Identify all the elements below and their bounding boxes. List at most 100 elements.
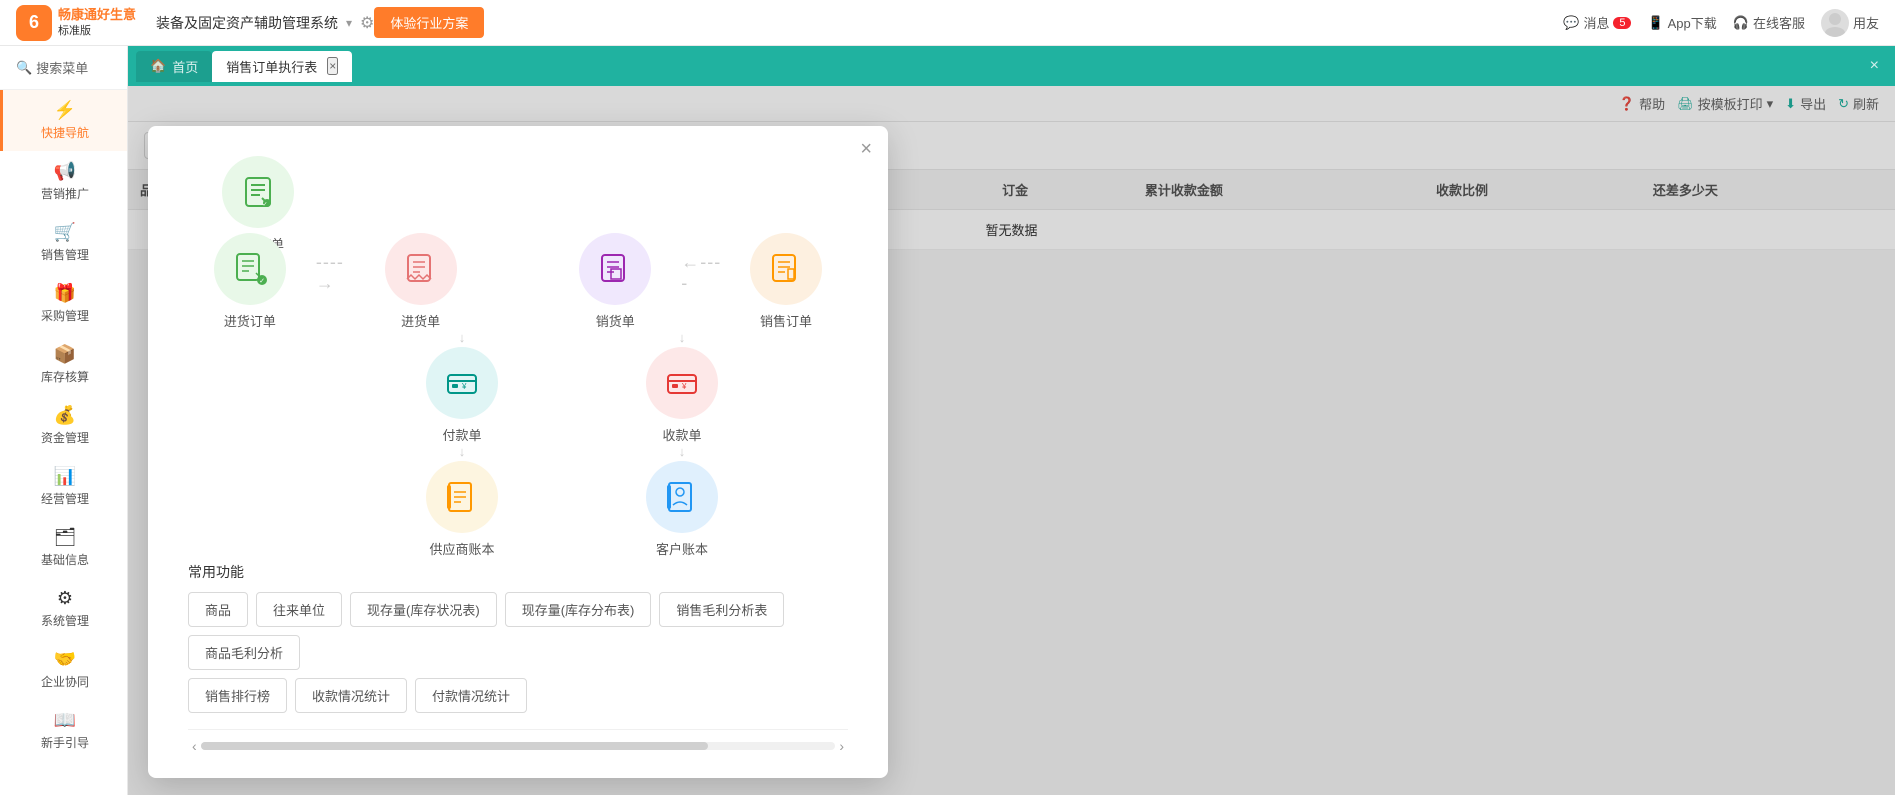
flow-node-sales-order: 销售订单 (724, 233, 848, 330)
func-btn-sales-rank[interactable]: 销售排行榜 (188, 678, 287, 713)
marketing-icon: 📢 (54, 161, 76, 182)
func-btn-payment-stats[interactable]: 付款情况统计 (415, 678, 527, 713)
sidebar-item-label: 新手引导 (41, 734, 89, 751)
sidebar: 🔍 搜索菜单 ⚡ 快捷导航 📢 营销推广 🛒 销售管理 🎁 采购管理 (0, 46, 128, 795)
func-btn-row1: 商品 往来单位 现存量(库存状况表) 现存量(库存分布表) 销售毛利分析表 商品… (188, 592, 848, 670)
sidebar-item-label: 采购管理 (41, 307, 89, 324)
sidebar-item-label: 快捷导航 (41, 124, 89, 141)
message-item[interactable]: 💬 消息 5 (1563, 13, 1631, 32)
sidebar-item-label: 销售管理 (41, 246, 89, 263)
svg-text:✓: ✓ (262, 202, 267, 208)
page-content: ❓ 帮助 🖨 按模板打印 ▾ ⬇ 导出 ↻ 刷新 (128, 86, 1895, 795)
flow-node-receipt-bill: ¥ 收款单 (612, 347, 752, 444)
content-area: 🏠 首页 销售订单执行表 × × ❓ 帮助 🖨 (128, 46, 1895, 795)
func-btn-stock-status[interactable]: 现存量(库存状况表) (350, 592, 497, 627)
func-btn-receipt-stats[interactable]: 收款情况统计 (295, 678, 407, 713)
sidebar-item-enterprise[interactable]: 🤝 企业协同 (0, 639, 127, 700)
flow-node-customer-ledger: 客户账本 (612, 461, 752, 558)
sidebar-item-label: 资金管理 (41, 429, 89, 446)
ops-icon: 📊 (54, 466, 76, 487)
message-icon: 💬 (1563, 15, 1579, 31)
sidebar-search: 🔍 搜索菜单 (0, 46, 127, 90)
logo-icon: 6 (16, 5, 52, 41)
window-close-btn[interactable]: × (1862, 57, 1887, 75)
svg-text:¥: ¥ (461, 382, 467, 391)
sidebar-item-inventory[interactable]: 📦 库存核算 (0, 334, 127, 395)
logo-text: 畅康通好生意 标准版 (58, 7, 136, 38)
flow-node-supplier-ledger: 供应商账本 (392, 461, 532, 558)
headset-icon: 🎧 (1733, 15, 1749, 31)
search-menu-btn[interactable]: 🔍 搜索菜单 (8, 54, 119, 81)
app-download-item[interactable]: 📱 App下载 (1647, 13, 1716, 32)
svg-text:✓: ✓ (259, 278, 265, 285)
phone-icon: 📱 (1647, 15, 1663, 31)
top-bar-middle: ▾ ⚙ (346, 13, 374, 33)
sidebar-item-sys[interactable]: ⚙ 系统管理 (0, 578, 127, 639)
func-btn-sales-profit[interactable]: 销售毛利分析表 (659, 592, 784, 627)
flow-node-sales-bill: 销货单 (553, 233, 677, 330)
modal-scroll-bar: ‹ › (188, 729, 848, 754)
sidebar-item-marketing[interactable]: 📢 营销推广 (0, 151, 127, 212)
sidebar-item-label: 营销推广 (41, 185, 89, 202)
message-badge: 5 (1613, 17, 1631, 29)
top-bar-right: 💬 消息 5 📱 App下载 🎧 在线客服 用友 (1563, 9, 1879, 37)
system-name: 装备及固定资产辅助管理系统 (156, 13, 338, 33)
funds-icon: 💰 (54, 405, 76, 426)
sidebar-item-label: 库存核算 (41, 368, 89, 385)
gear-icon[interactable]: ⚙ (360, 13, 374, 33)
flow-node-purchase-bill: 进货单 (359, 233, 483, 330)
sidebar-item-label: 经营管理 (41, 490, 89, 507)
scroll-right-btn[interactable]: › (835, 738, 848, 754)
enterprise-icon: 🤝 (54, 649, 76, 670)
tab-home[interactable]: 🏠 首页 (136, 51, 212, 82)
flow-node-purchase-order2: ✓ 进货订单 (188, 233, 312, 330)
app-container: 6 畅康通好生意 标准版 装备及固定资产辅助管理系统 ▾ ⚙ 体验行业方案 💬 … (0, 0, 1895, 795)
sidebar-item-purchase[interactable]: 🎁 采购管理 (0, 273, 127, 334)
logo-area: 6 畅康通好生意 标准版 (16, 5, 144, 41)
basic-icon: 🗂 (54, 527, 77, 548)
scroll-thumb[interactable] (201, 742, 709, 750)
sales-icon: 🛒 (54, 222, 76, 243)
sidebar-item-label: 系统管理 (41, 612, 89, 629)
trial-btn[interactable]: 体验行业方案 (374, 7, 484, 38)
top-bar: 6 畅康通好生意 标准版 装备及固定资产辅助管理系统 ▾ ⚙ 体验行业方案 💬 … (0, 0, 1895, 46)
avatar (1821, 9, 1849, 37)
purchase-order-circle: ✓ (222, 156, 294, 228)
sidebar-item-label: 基础信息 (41, 551, 89, 568)
flow-node-payment-bill: ¥ 付款单 (392, 347, 532, 444)
quick-nav-icon: ⚡ (54, 100, 76, 121)
online-service-item[interactable]: 🎧 在线客服 (1733, 13, 1805, 32)
home-icon: 🏠 (150, 58, 166, 74)
sidebar-item-beginner[interactable]: 📖 新手引导 (0, 700, 127, 761)
func-btn-product-profit[interactable]: 商品毛利分析 (188, 635, 300, 670)
scroll-track (201, 742, 836, 750)
modal-close-btn[interactable]: × (860, 138, 872, 161)
main-area: 🔍 搜索菜单 ⚡ 快捷导航 📢 营销推广 🛒 销售管理 🎁 采购管理 (0, 46, 1895, 795)
sidebar-item-basic[interactable]: 🗂 基础信息 (0, 517, 127, 578)
modal-overlay: × ✓ 进货订单 (128, 86, 1895, 795)
func-btn-product[interactable]: 商品 (188, 592, 248, 627)
common-functions-title: 常用功能 (188, 562, 848, 582)
func-btn-stock-dist[interactable]: 现存量(库存分布表) (505, 592, 652, 627)
tab-close-btn[interactable]: × (327, 57, 338, 75)
sidebar-item-sales[interactable]: 🛒 销售管理 (0, 212, 127, 273)
beginner-icon: 📖 (54, 710, 76, 731)
common-functions-section: 常用功能 商品 往来单位 现存量(库存状况表) 现存量(库存分布表) 销售毛利分… (188, 562, 848, 713)
sidebar-item-ops[interactable]: 📊 经营管理 (0, 456, 127, 517)
scroll-left-btn[interactable]: ‹ (188, 738, 201, 754)
search-icon: 🔍 (16, 60, 32, 76)
purchase-icon: 🎁 (54, 283, 76, 304)
tab-bar: 🏠 首页 销售订单执行表 × × (128, 46, 1895, 86)
sys-icon: ⚙ (57, 588, 73, 609)
sidebar-item-quick-nav[interactable]: ⚡ 快捷导航 (0, 90, 127, 151)
modal-box: × ✓ 进货订单 (148, 126, 888, 778)
user-item[interactable]: 用友 (1821, 9, 1879, 37)
tab-sales-order-exec[interactable]: 销售订单执行表 × (212, 51, 352, 82)
dropdown-arrow-icon[interactable]: ▾ (346, 16, 352, 30)
func-btn-row2: 销售排行榜 收款情况统计 付款情况统计 (188, 678, 848, 713)
inventory-icon: 📦 (54, 344, 76, 365)
sidebar-item-label: 企业协同 (41, 673, 89, 690)
func-btn-partner[interactable]: 往来单位 (256, 592, 342, 627)
sidebar-item-funds[interactable]: 💰 资金管理 (0, 395, 127, 456)
svg-text:¥: ¥ (681, 382, 687, 391)
